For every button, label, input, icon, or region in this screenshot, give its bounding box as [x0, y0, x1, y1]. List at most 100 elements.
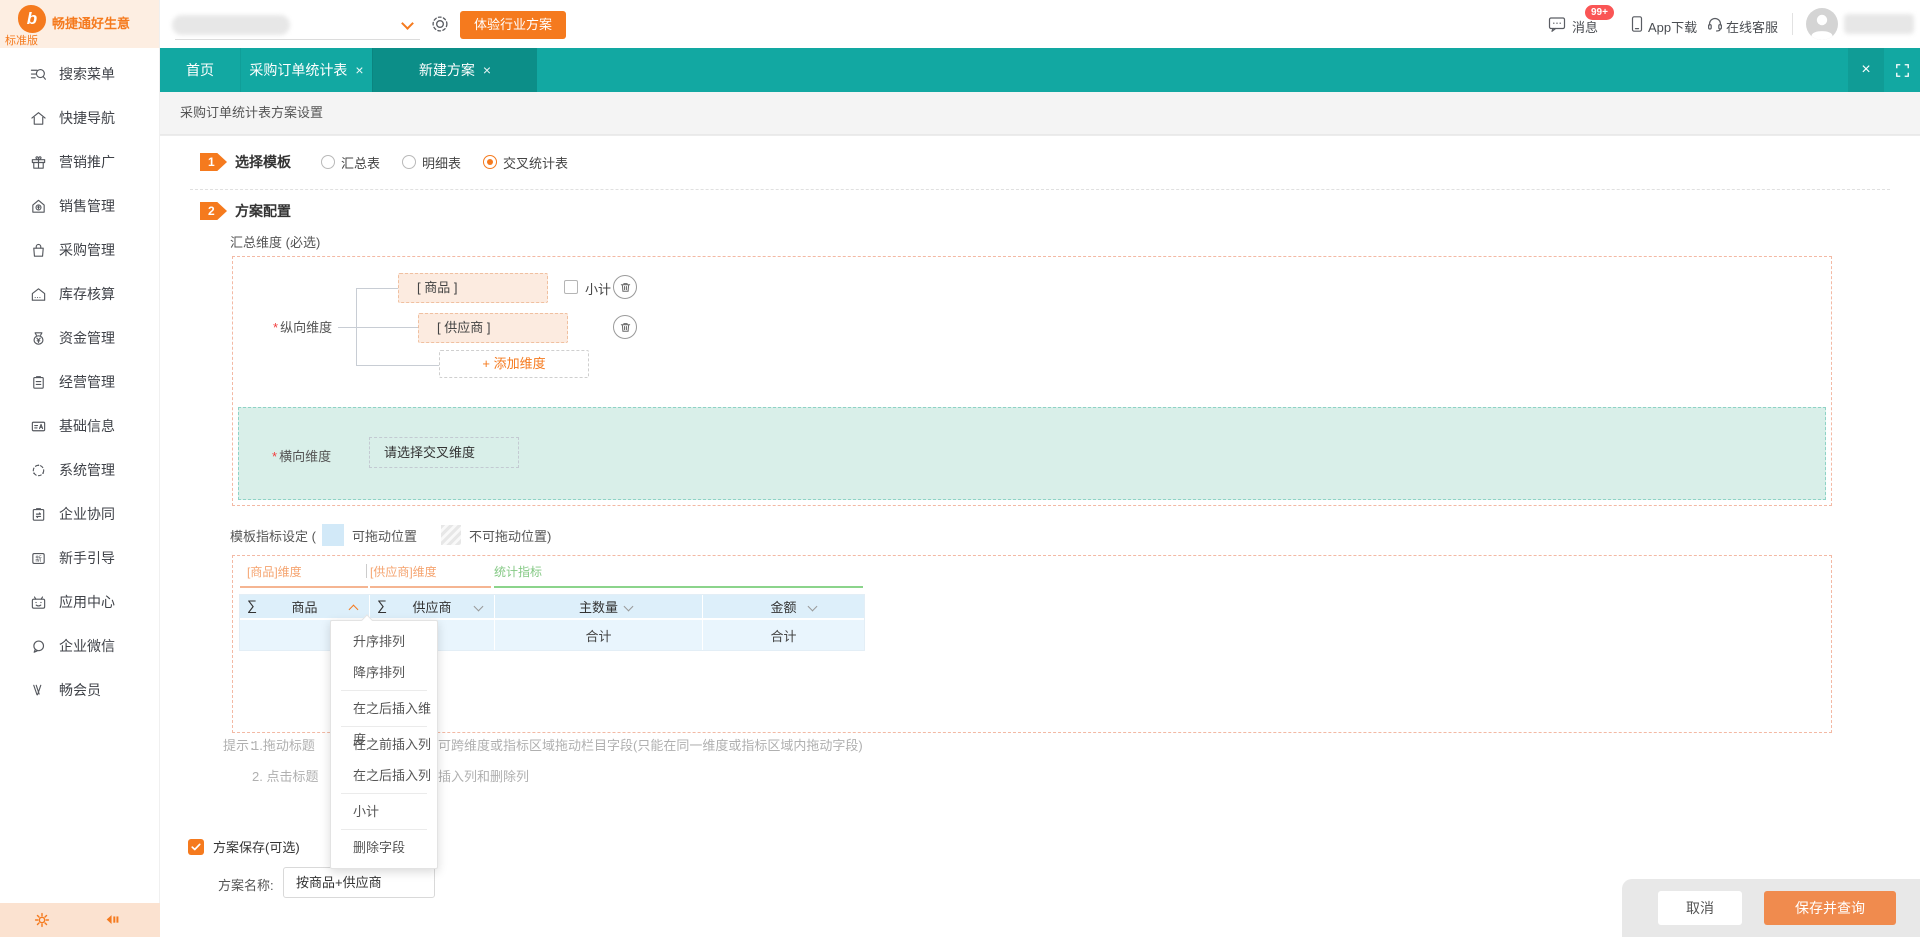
sidebar-item-label: 经营管理: [59, 374, 115, 390]
page-title-bar: 采购订单统计表方案设置: [160, 92, 1920, 135]
not-draggable-swatch: [440, 525, 461, 545]
delete-dimension-button[interactable]: [613, 315, 637, 339]
column-context-menu: 升序排列 降序排列 在之后插入维度 在之前插入列 在之后插入列 小计 删除字段: [330, 614, 438, 869]
settings-gear-icon[interactable]: [34, 912, 50, 928]
sidebar: b 畅捷通好生意 标准版 搜索菜单 快捷导航 营销推广 销售管理 采购管理 库存…: [0, 0, 160, 937]
wechat-icon: [33, 639, 45, 653]
sidebar-item-app-center[interactable]: 应用中心: [0, 580, 159, 624]
pivot-col-product-header[interactable]: ∑ 商品: [240, 595, 369, 618]
sidebar-item-label: 企业微信: [59, 638, 115, 654]
menu-item-insert-column-after[interactable]: 在之后插入列: [331, 760, 437, 791]
caret-down-icon[interactable]: [623, 601, 634, 612]
menu-item-subtotal[interactable]: 小计: [331, 796, 437, 827]
step2-badge: 2: [200, 202, 227, 220]
radio-label: 明细表: [422, 155, 462, 171]
menu-item-sort-ascending[interactable]: 升序排列: [331, 626, 437, 657]
menu-divider: [341, 793, 427, 794]
sidebar-item-label: 销售管理: [59, 198, 115, 214]
warehouse-icon: [31, 287, 46, 301]
close-tab-icon[interactable]: ×: [483, 62, 491, 78]
menu-item-delete-field[interactable]: 删除字段: [331, 832, 437, 863]
headset-icon[interactable]: [1706, 15, 1724, 33]
phone-icon[interactable]: [1628, 15, 1646, 33]
online-service-label[interactable]: 在线客服: [1726, 17, 1778, 36]
tab-home[interactable]: 首页: [160, 48, 240, 92]
step2-label: 方案配置: [235, 203, 291, 219]
sidebar-item-purchase[interactable]: 采购管理: [0, 228, 159, 272]
pivot-total-cell: 合计: [494, 620, 702, 650]
tab-purchase-order-report[interactable]: 采购订单统计表 ×: [240, 48, 372, 92]
chevron-down-icon[interactable]: [401, 17, 414, 30]
sidebar-item-marketing[interactable]: 营销推广: [0, 140, 159, 184]
messages-badge: 99+: [1584, 4, 1615, 21]
pivot-col-label: 金额: [770, 600, 797, 615]
dimension-chip-supplier[interactable]: [ 供应商 ]: [418, 313, 568, 343]
industry-solution-button[interactable]: 体验行业方案: [460, 11, 567, 39]
fullscreen-icon[interactable]: [1884, 48, 1920, 92]
save-plan-checkbox[interactable]: [188, 838, 204, 855]
tree-connector: [338, 327, 356, 328]
plan-name-input[interactable]: 按商品+供应商: [283, 867, 435, 898]
collaboration-icon: [32, 507, 45, 521]
radio-icon-selected: [483, 155, 498, 169]
sidebar-item-inventory[interactable]: 库存核算: [0, 272, 159, 316]
caret-down-icon[interactable]: [473, 601, 484, 612]
hint-line1-right: 可跨维度或指标区域拖动栏目字段(只能在同一维度或指标区域内拖动字段): [438, 738, 863, 753]
collapse-sidebar-icon[interactable]: [104, 912, 120, 928]
tab-label: 新建方案: [418, 62, 475, 78]
sidebar-item-label: 资金管理: [59, 330, 115, 346]
pivot-col-supplier-header[interactable]: ∑ 供应商: [369, 595, 494, 618]
dimension-chip-product[interactable]: [ 商品 ]: [398, 273, 548, 303]
sidebar-item-funds[interactable]: 资金管理: [0, 316, 159, 360]
caret-down-icon[interactable]: [807, 601, 818, 612]
company-name-redacted: [172, 15, 290, 35]
pivot-col-amount-header[interactable]: 金额: [702, 595, 864, 618]
sidebar-item-quick-nav[interactable]: 快捷导航: [0, 96, 159, 140]
template-radio-summary[interactable]: 汇总表: [321, 153, 380, 172]
caret-up-icon[interactable]: [348, 604, 359, 615]
app-download-label[interactable]: App下载: [1648, 17, 1697, 36]
sidebar-item-sales[interactable]: 销售管理: [0, 184, 159, 228]
menu-item-insert-column-before[interactable]: 在之前插入列: [331, 729, 437, 760]
member-v-icon: [33, 684, 42, 695]
settings-gear-icon[interactable]: [430, 14, 450, 34]
tab-new-plan[interactable]: 新建方案 ×: [372, 48, 537, 92]
sidebar-item-search-menu[interactable]: 搜索菜单: [0, 52, 159, 96]
save-and-query-button[interactable]: 保存并查询: [1764, 891, 1896, 925]
close-icon[interactable]: ×: [1848, 48, 1884, 92]
sidebar-item-label: 应用中心: [59, 594, 115, 610]
save-plan-label: 方案保存(可选): [213, 840, 300, 855]
message-icon[interactable]: [1548, 15, 1566, 33]
legend-fixed-label: 不可拖动位置): [468, 528, 552, 544]
template-radio-cross[interactable]: 交叉统计表: [483, 153, 568, 172]
delete-dimension-button[interactable]: [613, 275, 637, 299]
add-dimension-button[interactable]: + 添加维度: [439, 350, 589, 378]
cross-dimension-input[interactable]: 请选择交叉维度: [369, 437, 519, 468]
horizontal-dimension-band: * 横向维度 请选择交叉维度: [238, 407, 1826, 500]
horizontal-dimension-label: * 横向维度: [272, 449, 332, 464]
group-label-statistics: 统计指标: [494, 565, 543, 579]
sidebar-item-collaboration[interactable]: 企业协同: [0, 492, 159, 536]
summary-dimension-label: 汇总维度 (必选): [230, 235, 321, 250]
cancel-button[interactable]: 取消: [1658, 891, 1742, 925]
close-tab-icon[interactable]: ×: [355, 62, 363, 78]
avatar[interactable]: [1806, 8, 1838, 40]
step1-badge: 1: [200, 153, 227, 171]
topbar: 体验行业方案 消息 99+ App下载 在线客服: [160, 0, 1920, 48]
brand-name: 畅捷通好生意: [52, 16, 131, 31]
pivot-total-cell: 合计: [702, 620, 864, 650]
brand-logo-area: b 畅捷通好生意 标准版: [0, 0, 159, 48]
template-radio-detail[interactable]: 明细表: [402, 153, 461, 172]
sidebar-item-newbie-guide[interactable]: 新 新手引导: [0, 536, 159, 580]
footer-action-panel: 取消 保存并查询: [1622, 879, 1920, 937]
menu-item-insert-dimension-after[interactable]: 在之后插入维度: [331, 693, 437, 747]
sidebar-item-wechat-work[interactable]: 企业微信: [0, 624, 159, 668]
pivot-col-quantity-header[interactable]: 主数量: [494, 595, 702, 618]
sidebar-item-base-info[interactable]: 基础信息: [0, 404, 159, 448]
sidebar-item-member[interactable]: 畅会员: [0, 668, 159, 712]
sidebar-item-operations[interactable]: 经营管理: [0, 360, 159, 404]
subtotal-checkbox[interactable]: [564, 280, 578, 294]
sidebar-item-label: 搜索菜单: [59, 66, 115, 82]
menu-item-sort-descending[interactable]: 降序排列: [331, 657, 437, 688]
sidebar-item-system[interactable]: 系统管理: [0, 448, 159, 492]
